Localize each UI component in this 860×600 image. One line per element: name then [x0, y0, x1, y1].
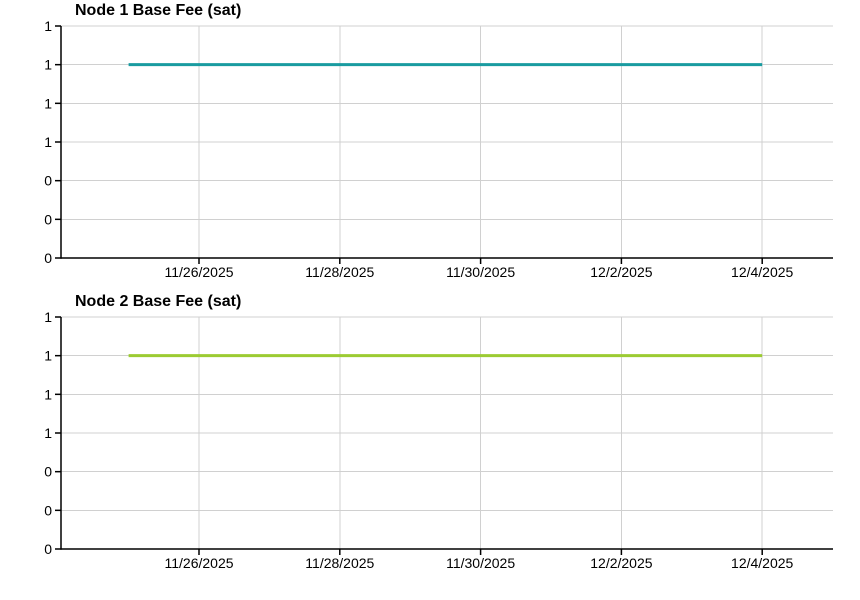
y-tick-label: 0	[44, 502, 52, 518]
y-tick-label: 0	[44, 541, 52, 557]
y-tick-label: 1	[44, 134, 52, 150]
base-fee-dashboard: Node 1 Base Fee (sat) 1 1 1 1 0 0 0 11/26/2025 1…	[0, 0, 860, 600]
y-tick-label: 0	[44, 250, 52, 266]
x-tick-label: 11/30/2025	[446, 264, 515, 280]
x-tick-label: 12/4/2025	[731, 264, 793, 280]
node-1-base-fee-plot: 1 1 1 1 0 0 0 11/26/2025 11/28/2025 11/30/2025 12/…	[44, 18, 833, 280]
node-1-chart-title: Node 1 Base Fee (sat)	[75, 2, 242, 19]
y-tick-label: 0	[44, 211, 52, 227]
x-tick-label: 11/26/2025	[164, 264, 233, 280]
x-tick-label: 11/26/2025	[164, 555, 233, 571]
x-tick-label: 12/4/2025	[731, 555, 793, 571]
x-tick-label: 12/2/2025	[590, 264, 652, 280]
node-2-base-fee-chart: Node 2 Base Fee (sat) 1 1 1 1 0 0 0 11/26/2025 1…	[0, 291, 860, 591]
node-1-base-fee-chart: Node 1 Base Fee (sat) 1 1 1 1 0 0 0 11/26/2025 1…	[0, 0, 860, 300]
y-tick-label: 0	[44, 173, 52, 189]
node-2-base-fee-plot: 1 1 1 1 0 0 0 11/26/2025 11/28/2025 11/30/2025 12/…	[44, 309, 833, 571]
y-tick-label: 1	[44, 18, 52, 34]
y-tick-label: 1	[44, 309, 52, 325]
y-tick-label: 1	[44, 57, 52, 73]
node-2-chart-title: Node 2 Base Fee (sat)	[75, 293, 242, 310]
y-tick-label: 1	[44, 386, 52, 402]
x-tick-label: 11/28/2025	[305, 555, 374, 571]
x-tick-label: 11/28/2025	[305, 264, 374, 280]
y-tick-label: 1	[44, 425, 52, 441]
x-tick-label: 12/2/2025	[590, 555, 652, 571]
y-tick-label: 0	[44, 464, 52, 480]
y-tick-label: 1	[44, 348, 52, 364]
y-tick-label: 1	[44, 95, 52, 111]
x-tick-label: 11/30/2025	[446, 555, 515, 571]
